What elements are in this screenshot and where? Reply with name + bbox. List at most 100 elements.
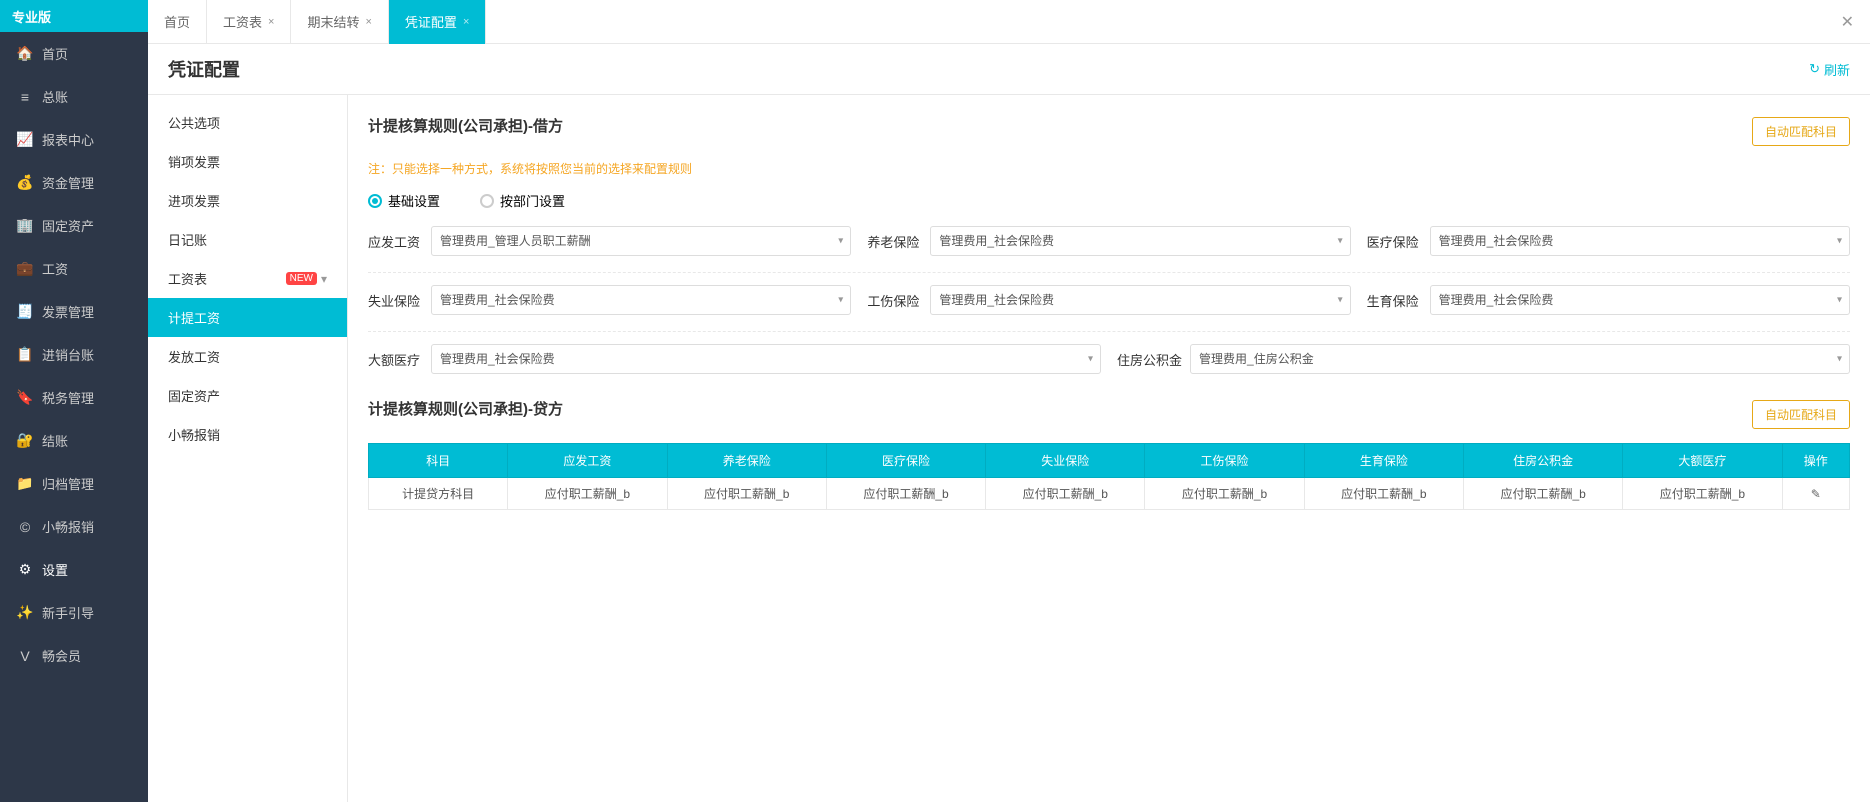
tab-voucher-config[interactable]: 凭证配置 × [389, 0, 486, 44]
section-debit: 计提核算规则(公司承担)-借方 自动匹配科目 注：只能选择一种方式，系统将按照您… [368, 115, 1850, 374]
menu-item-expense[interactable]: 小畅报销 [148, 415, 347, 454]
cell-action[interactable]: ✎ [1782, 478, 1849, 510]
menu-item-payroll-table[interactable]: 工资表 NEW ▾ [148, 259, 347, 298]
select-salary[interactable]: 管理费用_管理人员职工薪酬 [431, 226, 851, 256]
col-pension: 养老保险 [667, 444, 826, 478]
label-pension: 养老保险 [867, 232, 922, 251]
menu-item-fixed-assets-left[interactable]: 固定资产 [148, 376, 347, 415]
select-injury[interactable]: 管理费用_社会保险费 [930, 285, 1350, 315]
tab-payroll[interactable]: 工资表 × [207, 0, 291, 44]
select-injury-wrapper: 管理费用_社会保险费 ▾ [930, 285, 1350, 315]
field-medical: 医疗保险 管理费用_社会保险费 ▾ [1367, 226, 1850, 256]
sidebar-label-tax: 税务管理 [42, 388, 94, 407]
sidebar-item-close[interactable]: 🔐 结账 [0, 419, 148, 462]
col-housing: 住房公积金 [1463, 444, 1622, 478]
edit-icon[interactable]: ✎ [1811, 487, 1821, 501]
cell-major-medical: 应付职工薪酬_b [1623, 478, 1782, 510]
sidebar-item-xiaochang[interactable]: © 小畅报销 [0, 505, 148, 548]
sidebar-item-settings[interactable]: ⚙ 设置 [0, 548, 148, 591]
field-maternity: 生育保险 管理费用_社会保险费 ▾ [1367, 285, 1850, 315]
select-major-medical[interactable]: 管理费用_社会保险费 [431, 344, 1101, 374]
form-row3: 大额医疗 管理费用_社会保险费 ▾ 住房公积金 管理费用_住房公积金 ▾ [368, 332, 1850, 374]
select-unemployment[interactable]: 管理费用_社会保险费 [431, 285, 851, 315]
auto-match-credit-button[interactable]: 自动匹配科目 [1752, 400, 1850, 429]
left-menu: 公共选项 销项发票 进项发票 日记账 工资表 NEW ▾ 计提工资 [148, 95, 348, 802]
sidebar-item-invoice[interactable]: 🧾 发票管理 [0, 290, 148, 333]
menu-item-calc-salary[interactable]: 计提工资 [148, 298, 347, 337]
content-layout: 公共选项 销项发票 进项发票 日记账 工资表 NEW ▾ 计提工资 [148, 95, 1870, 802]
sidebar-item-sales-ledger[interactable]: 📋 进销台账 [0, 333, 148, 376]
radio-dept[interactable]: 按部门设置 [480, 191, 565, 210]
assets-icon: 🏢 [16, 217, 34, 234]
section1-note: 注：只能选择一种方式，系统将按照您当前的选择来配置规则 [368, 160, 1850, 177]
salary-icon: 💼 [16, 260, 34, 277]
auto-match-debit-button[interactable]: 自动匹配科目 [1752, 117, 1850, 146]
xiaochang-icon: © [16, 519, 34, 535]
tab-voucher-close[interactable]: × [463, 16, 469, 28]
menu-item-purchase-invoice[interactable]: 进项发票 [148, 181, 347, 220]
label-major-medical: 大额医疗 [368, 350, 423, 369]
sidebar: 专业版 🏠 首页 ≡ 总账 📈 报表中心 💰 资金管理 🏢 固定资产 💼 工资 … [0, 0, 148, 802]
col-subject: 科目 [369, 444, 508, 478]
tab-home-label: 首页 [164, 12, 190, 31]
menu-item-public[interactable]: 公共选项 [148, 103, 347, 142]
tab-voucher-label: 凭证配置 [405, 12, 457, 31]
sidebar-item-archive[interactable]: 📁 归档管理 [0, 462, 148, 505]
main-area: 首页 工资表 × 期末结转 × 凭证配置 × ✕ 凭证配置 ↻ 刷新 公共选项 … [148, 0, 1870, 802]
window-close-button[interactable]: ✕ [1825, 12, 1870, 32]
fund-icon: 💰 [16, 174, 34, 191]
section2-title: 计提核算规则(公司承担)-贷方 [368, 398, 563, 419]
radio-group: 基础设置 按部门设置 [368, 191, 1850, 210]
invoice-icon: 🧾 [16, 303, 34, 320]
table-header-row: 科目 应发工资 养老保险 医疗保险 失业保险 工伤保险 生育保险 住房公积金 大… [369, 444, 1850, 478]
cell-salary: 应付职工薪酬_b [508, 478, 667, 510]
select-housing[interactable]: 管理费用_住房公积金 [1190, 344, 1850, 374]
section-credit: 计提核算规则(公司承担)-贷方 自动匹配科目 科目 应发工资 养老保险 医疗保险… [368, 398, 1850, 510]
sidebar-item-guide[interactable]: ✨ 新手引导 [0, 591, 148, 634]
label-housing: 住房公积金 [1117, 350, 1182, 369]
menu-item-sales-invoice[interactable]: 销项发票 [148, 142, 347, 181]
label-injury: 工伤保险 [867, 291, 922, 310]
sidebar-item-home[interactable]: 🏠 首页 [0, 32, 148, 75]
tab-period-close[interactable]: 期末结转 × [291, 0, 388, 44]
col-salary: 应发工资 [508, 444, 667, 478]
credit-table: 科目 应发工资 养老保险 医疗保险 失业保险 工伤保险 生育保险 住房公积金 大… [368, 443, 1850, 510]
tab-home[interactable]: 首页 [148, 0, 207, 44]
field-unemployment: 失业保险 管理费用_社会保险费 ▾ [368, 285, 851, 315]
field-housing: 住房公积金 管理费用_住房公积金 ▾ [1117, 344, 1850, 374]
cell-housing: 应付职工薪酬_b [1463, 478, 1622, 510]
sidebar-label-close: 结账 [42, 431, 68, 450]
sidebar-item-tax[interactable]: 🔖 税务管理 [0, 376, 148, 419]
sidebar-item-fixed-assets[interactable]: 🏢 固定资产 [0, 204, 148, 247]
close-period-icon: 🔐 [16, 432, 34, 449]
menu-item-pay-salary[interactable]: 发放工资 [148, 337, 347, 376]
sidebar-item-fund[interactable]: 💰 资金管理 [0, 161, 148, 204]
sidebar-label-archive: 归档管理 [42, 474, 94, 493]
select-major-medical-wrapper: 管理费用_社会保险费 ▾ [431, 344, 1101, 374]
tab-period-close-btn[interactable]: × [365, 16, 371, 28]
sidebar-item-vip[interactable]: V 畅会员 [0, 634, 148, 677]
sidebar-item-general-ledger[interactable]: ≡ 总账 [0, 75, 148, 118]
tab-payroll-close[interactable]: × [268, 16, 274, 28]
table-row: 计提贷方科目 应付职工薪酬_b 应付职工薪酬_b 应付职工薪酬_b 应付职工薪酬… [369, 478, 1850, 510]
label-salary: 应发工资 [368, 232, 423, 251]
col-medical: 医疗保险 [826, 444, 985, 478]
select-medical[interactable]: 管理费用_社会保险费 [1430, 226, 1850, 256]
menu-item-journal[interactable]: 日记账 [148, 220, 347, 259]
home-icon: 🏠 [16, 45, 34, 62]
sidebar-label-xiaochang: 小畅报销 [42, 517, 94, 536]
form-row1: 应发工资 管理费用_管理人员职工薪酬 ▾ 养老保险 管理费用_社会保险费 ▾ [368, 226, 1850, 273]
sidebar-label-settings: 设置 [42, 560, 68, 579]
vip-icon: V [16, 648, 34, 664]
tab-payroll-label: 工资表 [223, 12, 262, 31]
radio-dept-label: 按部门设置 [500, 191, 565, 210]
select-maternity[interactable]: 管理费用_社会保险费 [1430, 285, 1850, 315]
sidebar-item-salary[interactable]: 💼 工资 [0, 247, 148, 290]
sidebar-item-reports[interactable]: 📈 报表中心 [0, 118, 148, 161]
refresh-button[interactable]: ↻ 刷新 [1809, 60, 1850, 79]
field-injury: 工伤保险 管理费用_社会保险费 ▾ [867, 285, 1350, 315]
radio-basic[interactable]: 基础设置 [368, 191, 440, 210]
select-pension[interactable]: 管理费用_社会保险费 [930, 226, 1350, 256]
sidebar-label-salary: 工资 [42, 259, 68, 278]
sidebar-label-fund: 资金管理 [42, 173, 94, 192]
